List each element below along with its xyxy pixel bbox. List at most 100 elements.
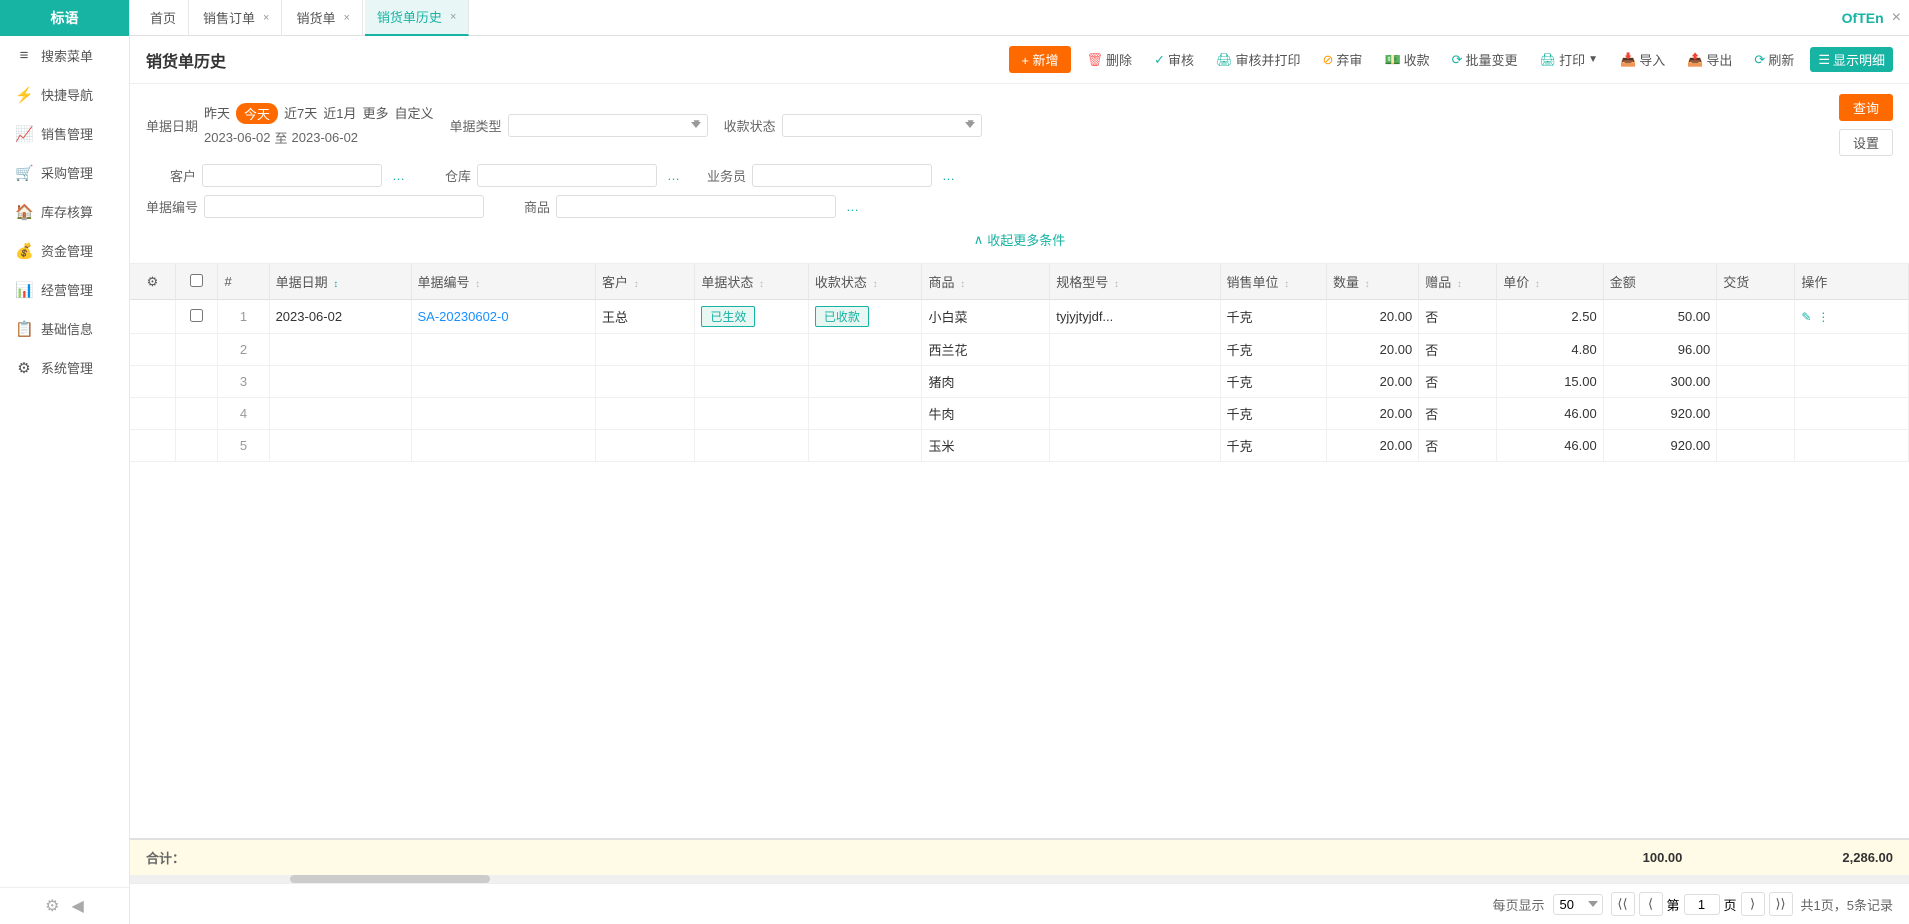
page-number-input[interactable] [1684, 894, 1720, 915]
filter-row-2: 客户 … 仓库 … 业务员 … [146, 164, 1893, 187]
sidebar-item-finance-mgmt[interactable]: 💰 资金管理 [0, 231, 129, 270]
tab-home[interactable]: 首页 [138, 0, 189, 36]
col-unit-price[interactable]: 单价 ↕ [1497, 264, 1603, 300]
setting-button[interactable]: 设置 [1839, 129, 1893, 156]
audit-button[interactable]: ✓ 审核 [1148, 48, 1200, 71]
tab-sales-goods[interactable]: 销货单 × [284, 0, 362, 36]
shortcut-yesterday[interactable]: 昨天 [204, 103, 230, 124]
doc-number-cell[interactable] [411, 334, 596, 366]
select-all-checkbox[interactable] [190, 274, 203, 287]
delete-button[interactable]: 🗑 删除 [1081, 48, 1139, 71]
col-amount[interactable]: 金额 [1603, 264, 1717, 300]
goods-ellipsis-btn[interactable]: … [846, 199, 859, 214]
row-checkbox-cell[interactable] [175, 430, 218, 462]
customer-ellipsis-btn[interactable]: … [392, 168, 405, 183]
doc-type-select[interactable] [508, 114, 708, 137]
gift-cell: 否 [1419, 430, 1497, 462]
col-payment-status[interactable]: 收款状态 ↕ [808, 264, 922, 300]
salesperson-ellipsis-btn[interactable]: … [942, 168, 955, 183]
col-doc-date[interactable]: 单据日期 ↕ [269, 264, 411, 300]
tab-sales-order-close[interactable]: × [263, 12, 269, 24]
doc-number-cell[interactable]: SA-20230602-0 [411, 300, 596, 334]
shortcut-today[interactable]: 今天 [236, 103, 278, 124]
customer-input[interactable] [202, 164, 382, 187]
col-doc-status[interactable]: 单据状态 ↕ [695, 264, 809, 300]
doc-number-cell[interactable] [411, 398, 596, 430]
row-checkbox-cell[interactable] [175, 334, 218, 366]
goods-input[interactable] [556, 195, 836, 218]
sidebar-item-label: 资金管理 [41, 241, 93, 260]
new-button[interactable]: + 新增 [1009, 46, 1070, 73]
col-sales-unit[interactable]: 销售单位 ↕ [1220, 264, 1326, 300]
doc-number-link[interactable]: SA-20230602-0 [418, 309, 509, 324]
row-checkbox-cell[interactable] [175, 366, 218, 398]
shortcut-more[interactable]: 更多 [363, 103, 389, 124]
payment-status-select[interactable] [782, 114, 982, 137]
warehouse-ellipsis-btn[interactable]: … [667, 168, 680, 183]
operation-cell[interactable] [1795, 398, 1909, 430]
warehouse-input[interactable] [477, 164, 657, 187]
abandon-button[interactable]: ⊘ 弃审 [1317, 48, 1369, 71]
sidebar-item-quick-nav[interactable]: ⚡ 快捷导航 [0, 75, 129, 114]
doc-number-cell[interactable] [411, 430, 596, 462]
operation-cell[interactable] [1795, 366, 1909, 398]
per-page-select[interactable]: 50 100 200 [1553, 894, 1603, 915]
unit-price-cell: 46.00 [1497, 398, 1603, 430]
table-row: 1 2023-06-02 SA-20230602-0 王总 已生效 已收款 小白… [130, 300, 1909, 334]
shortcut-1month[interactable]: 近1月 [323, 103, 356, 124]
col-gift[interactable]: 赠品 ↕ [1419, 264, 1497, 300]
doc-type-dropdown-icon: ▼ [692, 118, 702, 129]
batch-change-button[interactable]: ⟳ 批量变更 [1446, 48, 1524, 71]
sidebar-collapse-icon[interactable]: ◀ [72, 896, 84, 916]
sidebar-item-search-menu[interactable]: ≡ 搜索菜单 [0, 36, 129, 75]
horizontal-scrollbar[interactable] [130, 875, 1909, 883]
import-button[interactable]: 📥 导入 [1614, 48, 1671, 71]
operation-cell[interactable]: ✎⋮ [1795, 300, 1909, 334]
receive-button[interactable]: 💵 收款 [1378, 48, 1435, 71]
refresh-button[interactable]: ⟳ 刷新 [1748, 48, 1800, 71]
scroll-thumb[interactable] [290, 875, 490, 883]
operation-cell[interactable] [1795, 430, 1909, 462]
tab-sales-history-close[interactable]: × [450, 11, 456, 23]
sidebar-item-inventory[interactable]: 🏠 库存核算 [0, 192, 129, 231]
query-button[interactable]: 查询 [1839, 94, 1893, 121]
doc-number-cell[interactable] [411, 366, 596, 398]
sidebar-item-ops-mgmt[interactable]: 📊 经营管理 [0, 270, 129, 309]
row-checkbox[interactable] [190, 309, 203, 322]
tab-sales-goods-close[interactable]: × [343, 12, 349, 24]
shortcut-custom[interactable]: 自定义 [395, 103, 434, 124]
last-page-button[interactable]: ⟩⟩ [1769, 892, 1793, 916]
sidebar-item-sales-mgmt[interactable]: 📈 销售管理 [0, 114, 129, 153]
audit-print-button[interactable]: 🖨 审核并打印 [1210, 48, 1307, 71]
sidebar-item-basic-info[interactable]: 📋 基础信息 [0, 309, 129, 348]
shortcut-7days[interactable]: 近7天 [284, 103, 317, 124]
first-page-button[interactable]: ⟨⟨ [1611, 892, 1635, 916]
prev-page-button[interactable]: ⟨ [1639, 892, 1663, 916]
doc-number-input[interactable] [204, 195, 484, 218]
operation-cell[interactable] [1795, 334, 1909, 366]
col-checkbox[interactable] [175, 264, 218, 300]
row-checkbox-cell[interactable] [175, 398, 218, 430]
tab-sales-history[interactable]: 销货单历史 × [365, 0, 469, 36]
export-button[interactable]: 📤 导出 [1681, 48, 1738, 71]
col-goods[interactable]: 商品 ↕ [922, 264, 1050, 300]
print-button[interactable]: 🖨 打印 ▼ [1534, 48, 1604, 71]
window-close-button[interactable]: × [1892, 9, 1901, 27]
next-page-button[interactable]: ⟩ [1741, 892, 1765, 916]
col-doc-number[interactable]: 单据编号 ↕ [411, 264, 596, 300]
salesperson-input[interactable] [752, 164, 932, 187]
col-settings[interactable]: ⚙ [130, 264, 175, 300]
sidebar-item-sys-mgmt[interactable]: ⚙ 系统管理 [0, 348, 129, 387]
query-buttons: 查询 设置 [1839, 94, 1893, 156]
more-op-btn[interactable]: ⋮ [1817, 310, 1829, 324]
row-checkbox-cell[interactable] [175, 300, 218, 334]
col-quantity[interactable]: 数量 ↕ [1326, 264, 1418, 300]
tab-sales-order[interactable]: 销售订单 × [191, 0, 282, 36]
show-details-button[interactable]: ☰ 显示明细 [1810, 47, 1893, 72]
col-customer[interactable]: 客户 ↕ [596, 264, 695, 300]
sidebar-settings-icon[interactable]: ⚙ [45, 896, 59, 916]
col-spec[interactable]: 规格型号 ↕ [1050, 264, 1220, 300]
sidebar-item-purchase-mgmt[interactable]: 🛒 采购管理 [0, 153, 129, 192]
collapse-filter-button[interactable]: ∧ 收起更多条件 [146, 226, 1893, 253]
edit-op-btn[interactable]: ✎ [1801, 310, 1811, 324]
